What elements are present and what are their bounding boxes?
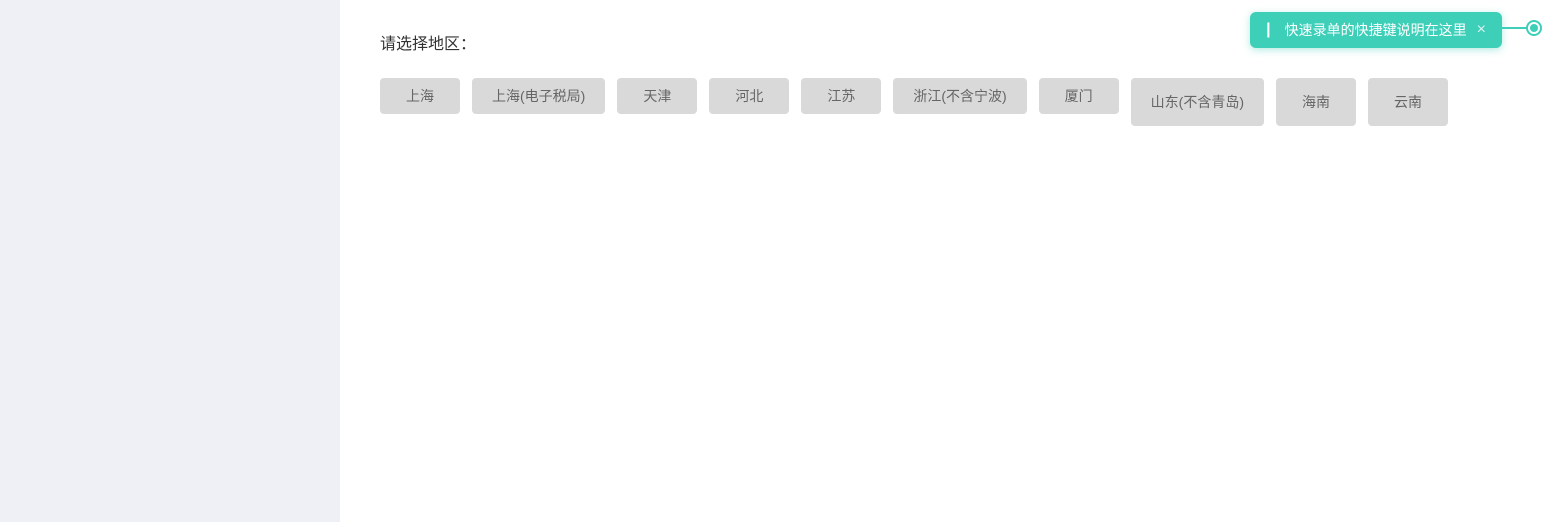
region-row-2: 山东(不含青岛) 海南 云南 <box>1131 78 1448 126</box>
tooltip-banner: 快速录单的快捷键说明在这里 × <box>1250 12 1502 48</box>
region-btn-xiamen[interactable]: 厦门 <box>1039 78 1119 114</box>
region-btn-jiangsu[interactable]: 江苏 <box>801 78 881 114</box>
region-row-1: 上海 上海(电子税局) 天津 河北 江苏 浙江(不含宁波) 厦门 <box>380 78 1119 114</box>
region-btn-shanghai-etax[interactable]: 上海(电子税局) <box>472 78 605 114</box>
region-btn-tianjin[interactable]: 天津 <box>617 78 697 114</box>
region-btn-hainan[interactable]: 海南 <box>1276 78 1356 126</box>
tooltip-close-button[interactable]: × <box>1477 22 1486 38</box>
left-sidebar <box>0 0 340 522</box>
region-btn-shandong[interactable]: 山东(不含青岛) <box>1131 78 1264 126</box>
tooltip-connector-line <box>1498 27 1528 29</box>
region-btn-shanghai[interactable]: 上海 <box>380 78 460 114</box>
main-content: 请选择地区： 上海 上海(电子税局) 天津 河北 江苏 浙江(不含宁波) 厦门 … <box>340 0 1562 522</box>
region-button-group: 上海 上海(电子税局) 天津 河北 江苏 浙江(不含宁波) 厦门 山东(不含青岛… <box>380 78 1522 126</box>
region-btn-hebei[interactable]: 河北 <box>709 78 789 114</box>
tooltip-dot-indicator <box>1528 22 1540 34</box>
region-btn-zhejiang[interactable]: 浙江(不含宁波) <box>893 78 1026 114</box>
tooltip-text: 快速录单的快捷键说明在这里 <box>1285 20 1467 40</box>
region-btn-yunnan[interactable]: 云南 <box>1368 78 1448 126</box>
